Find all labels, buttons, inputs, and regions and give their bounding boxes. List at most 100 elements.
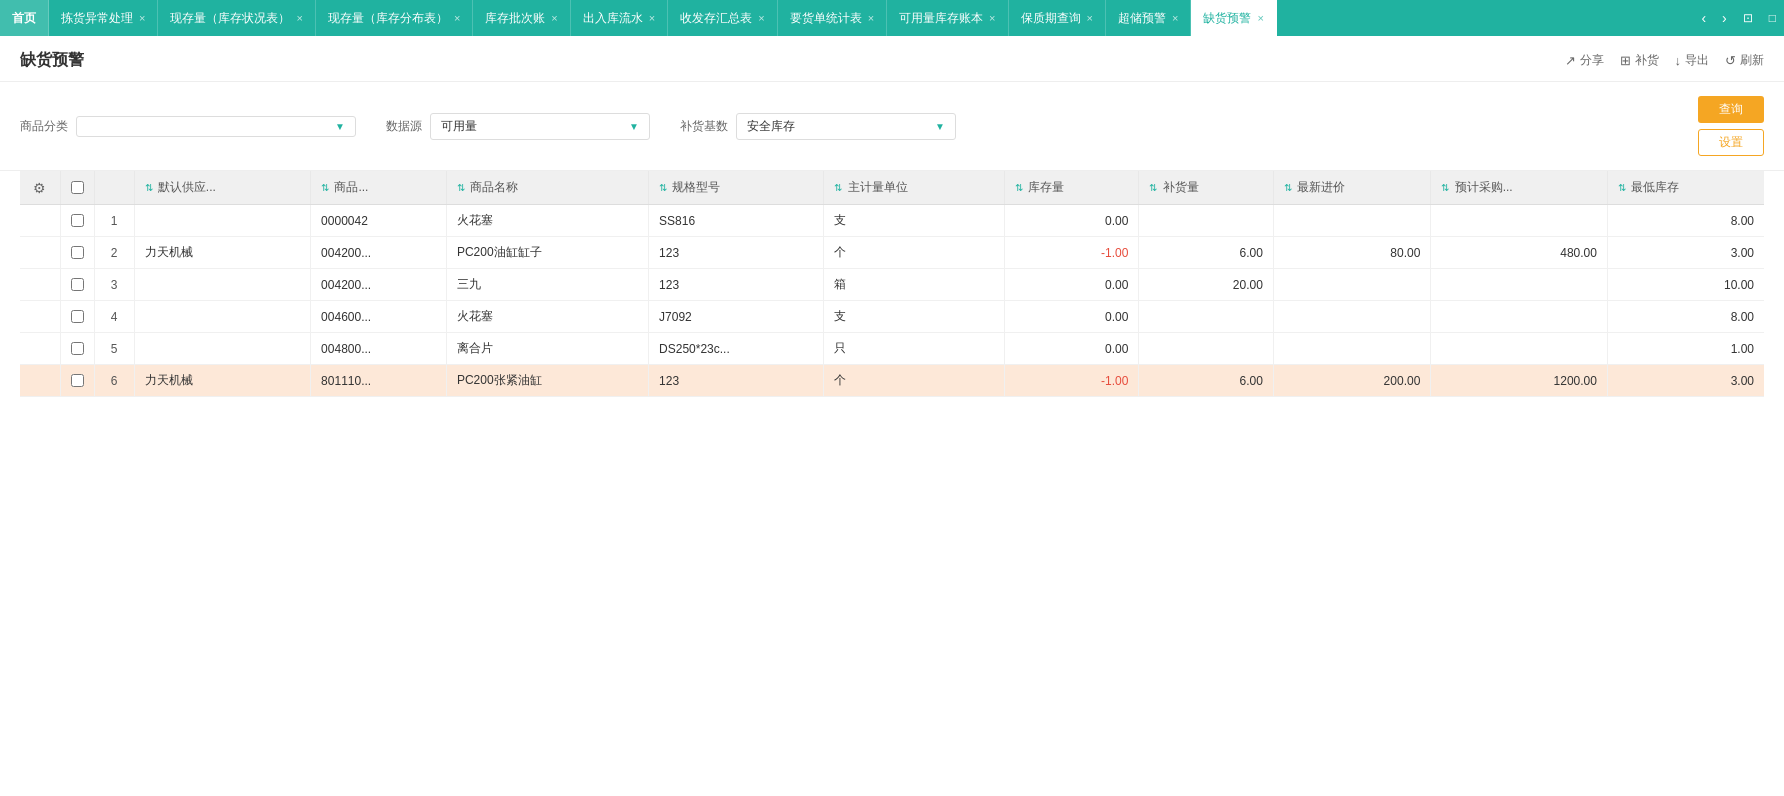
settings-button[interactable]: 设置 <box>1698 129 1764 156</box>
tab-collect-close[interactable]: × <box>758 12 764 24</box>
row-est-purchase-cell <box>1431 301 1608 333</box>
row-num-cell: 2 <box>94 237 134 269</box>
spec-sort-icon: ⇅ <box>659 182 667 193</box>
tab-requisition[interactable]: 要货单统计表 × <box>778 0 887 36</box>
tab-abnormal[interactable]: 拣货异常处理 × <box>49 0 158 36</box>
row-item-code-cell: 004200... <box>311 269 447 301</box>
table-body: 1 0000042 火花塞 SS816 支 0.00 8.00 2 力天机械 0… <box>20 205 1764 397</box>
col-est-purchase: ⇅ 预计采购... <box>1431 171 1608 205</box>
row-min-stock-cell: 8.00 <box>1607 301 1764 333</box>
tab-requisition-label: 要货单统计表 <box>790 10 862 27</box>
replenish-sort-icon: ⇅ <box>1149 182 1157 193</box>
unit-sort-icon: ⇅ <box>834 182 842 193</box>
filter-actions: 查询 设置 <box>1698 96 1764 156</box>
tab-batch[interactable]: 库存批次账 × <box>473 0 570 36</box>
row-checkbox-3[interactable] <box>71 310 84 323</box>
row-check-cell <box>60 333 94 365</box>
tab-batch-close[interactable]: × <box>551 12 557 24</box>
row-item-name-cell: 火花塞 <box>446 205 648 237</box>
tab-expiry-close[interactable]: × <box>1087 12 1093 24</box>
row-item-code-cell: 004800... <box>311 333 447 365</box>
row-item-name-cell: PC200张紧油缸 <box>446 365 648 397</box>
tab-shortage[interactable]: 缺货预警 × <box>1191 0 1276 36</box>
tab-next-button[interactable]: › <box>1714 0 1735 36</box>
row-item-code-cell: 004200... <box>311 237 447 269</box>
main-content: 缺货预警 ↗ 分享 ⊞ 补货 ↓ 导出 ↺ 刷新 商品分类 <box>0 36 1784 796</box>
replenish-icon: ⊞ <box>1620 53 1631 68</box>
gear-settings-icon[interactable]: ⚙ <box>33 180 46 196</box>
item-name-sort-icon: ⇅ <box>457 182 465 193</box>
tab-available-label: 可用量库存账本 <box>899 10 983 27</box>
tab-inventory-status[interactable]: 现存量（库存状况表） × <box>158 0 315 36</box>
tab-home[interactable]: 首页 <box>0 0 49 36</box>
row-min-stock-cell: 3.00 <box>1607 237 1764 269</box>
table-row: 3 004200... 三九 123 箱 0.00 20.00 10.00 <box>20 269 1764 301</box>
tab-expiry[interactable]: 保质期查询 × <box>1009 0 1106 36</box>
tab-overstock-close[interactable]: × <box>1172 12 1178 24</box>
table-header-row: ⚙ ⇅ 默认供应... ⇅ 商品... ⇅ <box>20 171 1764 205</box>
row-replenish-cell <box>1139 333 1274 365</box>
row-unit-cell: 箱 <box>824 269 1004 301</box>
row-gear-cell <box>20 365 60 397</box>
est-purchase-sort-icon: ⇅ <box>1441 182 1449 193</box>
tab-requisition-close[interactable]: × <box>868 12 874 24</box>
table-row: 2 力天机械 004200... PC200油缸缸子 123 个 -1.00 6… <box>20 237 1764 269</box>
row-checkbox-1[interactable] <box>71 246 84 259</box>
col-item-name: ⇅ 商品名称 <box>446 171 648 205</box>
row-supplier-cell <box>134 205 311 237</box>
row-unit-cell: 支 <box>824 205 1004 237</box>
table-row: 4 004600... 火花塞 J7092 支 0.00 8.00 <box>20 301 1764 333</box>
row-latest-price-cell: 200.00 <box>1273 365 1430 397</box>
row-num-cell: 3 <box>94 269 134 301</box>
replenish-base-value: 安全库存 <box>747 118 795 135</box>
row-min-stock-cell: 3.00 <box>1607 365 1764 397</box>
tab-shortage-close[interactable]: × <box>1257 12 1263 24</box>
replenish-label: 补货 <box>1635 52 1659 69</box>
datasource-select[interactable]: 可用量 ▼ <box>430 113 650 140</box>
tab-prev-button[interactable]: ‹ <box>1693 0 1714 36</box>
replenish-button[interactable]: ⊞ 补货 <box>1620 52 1659 69</box>
tab-abnormal-close[interactable]: × <box>139 12 145 24</box>
row-checkbox-5[interactable] <box>71 374 84 387</box>
row-supplier-cell <box>134 269 311 301</box>
tab-inout-flow-close[interactable]: × <box>649 12 655 24</box>
tab-inventory-dist-close[interactable]: × <box>454 12 460 24</box>
tab-batch-label: 库存批次账 <box>485 10 545 27</box>
row-num-cell: 6 <box>94 365 134 397</box>
row-min-stock-cell: 8.00 <box>1607 205 1764 237</box>
page-header: 缺货预警 ↗ 分享 ⊞ 补货 ↓ 导出 ↺ 刷新 <box>0 36 1784 82</box>
row-stock-cell: -1.00 <box>1004 237 1139 269</box>
export-button[interactable]: ↓ 导出 <box>1675 52 1710 69</box>
select-all-checkbox[interactable] <box>71 181 84 194</box>
share-button[interactable]: ↗ 分享 <box>1565 52 1604 69</box>
tab-inout-flow[interactable]: 出入库流水 × <box>571 0 668 36</box>
row-gear-cell <box>20 269 60 301</box>
refresh-button[interactable]: ↺ 刷新 <box>1725 52 1764 69</box>
row-gear-cell <box>20 237 60 269</box>
row-stock-cell: -1.00 <box>1004 365 1139 397</box>
row-checkbox-0[interactable] <box>71 214 84 227</box>
tab-nav-buttons: ‹ › ⊡ □ <box>1693 0 1784 36</box>
query-button[interactable]: 查询 <box>1698 96 1764 123</box>
row-replenish-cell: 20.00 <box>1139 269 1274 301</box>
tab-collect[interactable]: 收发存汇总表 × <box>668 0 777 36</box>
row-checkbox-4[interactable] <box>71 342 84 355</box>
supplier-sort-icon: ⇅ <box>145 182 153 193</box>
tab-restore-button[interactable]: ⊡ <box>1735 0 1761 36</box>
row-check-cell <box>60 301 94 333</box>
export-label: 导出 <box>1685 52 1709 69</box>
category-select[interactable]: ▼ <box>76 116 356 137</box>
tab-overstock[interactable]: 超储预警 × <box>1106 0 1191 36</box>
replenish-base-select[interactable]: 安全库存 ▼ <box>736 113 956 140</box>
latest-price-sort-icon: ⇅ <box>1284 182 1292 193</box>
tab-available[interactable]: 可用量库存账本 × <box>887 0 1008 36</box>
col-item-code: ⇅ 商品... <box>311 171 447 205</box>
unit-col-label: 主计量单位 <box>848 180 908 194</box>
row-spec-cell: DS250*23c... <box>649 333 824 365</box>
tab-available-close[interactable]: × <box>989 12 995 24</box>
tab-inventory-status-close[interactable]: × <box>296 12 302 24</box>
tab-maximize-button[interactable]: □ <box>1761 0 1784 36</box>
col-replenish: ⇅ 补货量 <box>1139 171 1274 205</box>
tab-inventory-dist[interactable]: 现存量（库存分布表） × <box>316 0 473 36</box>
row-checkbox-2[interactable] <box>71 278 84 291</box>
